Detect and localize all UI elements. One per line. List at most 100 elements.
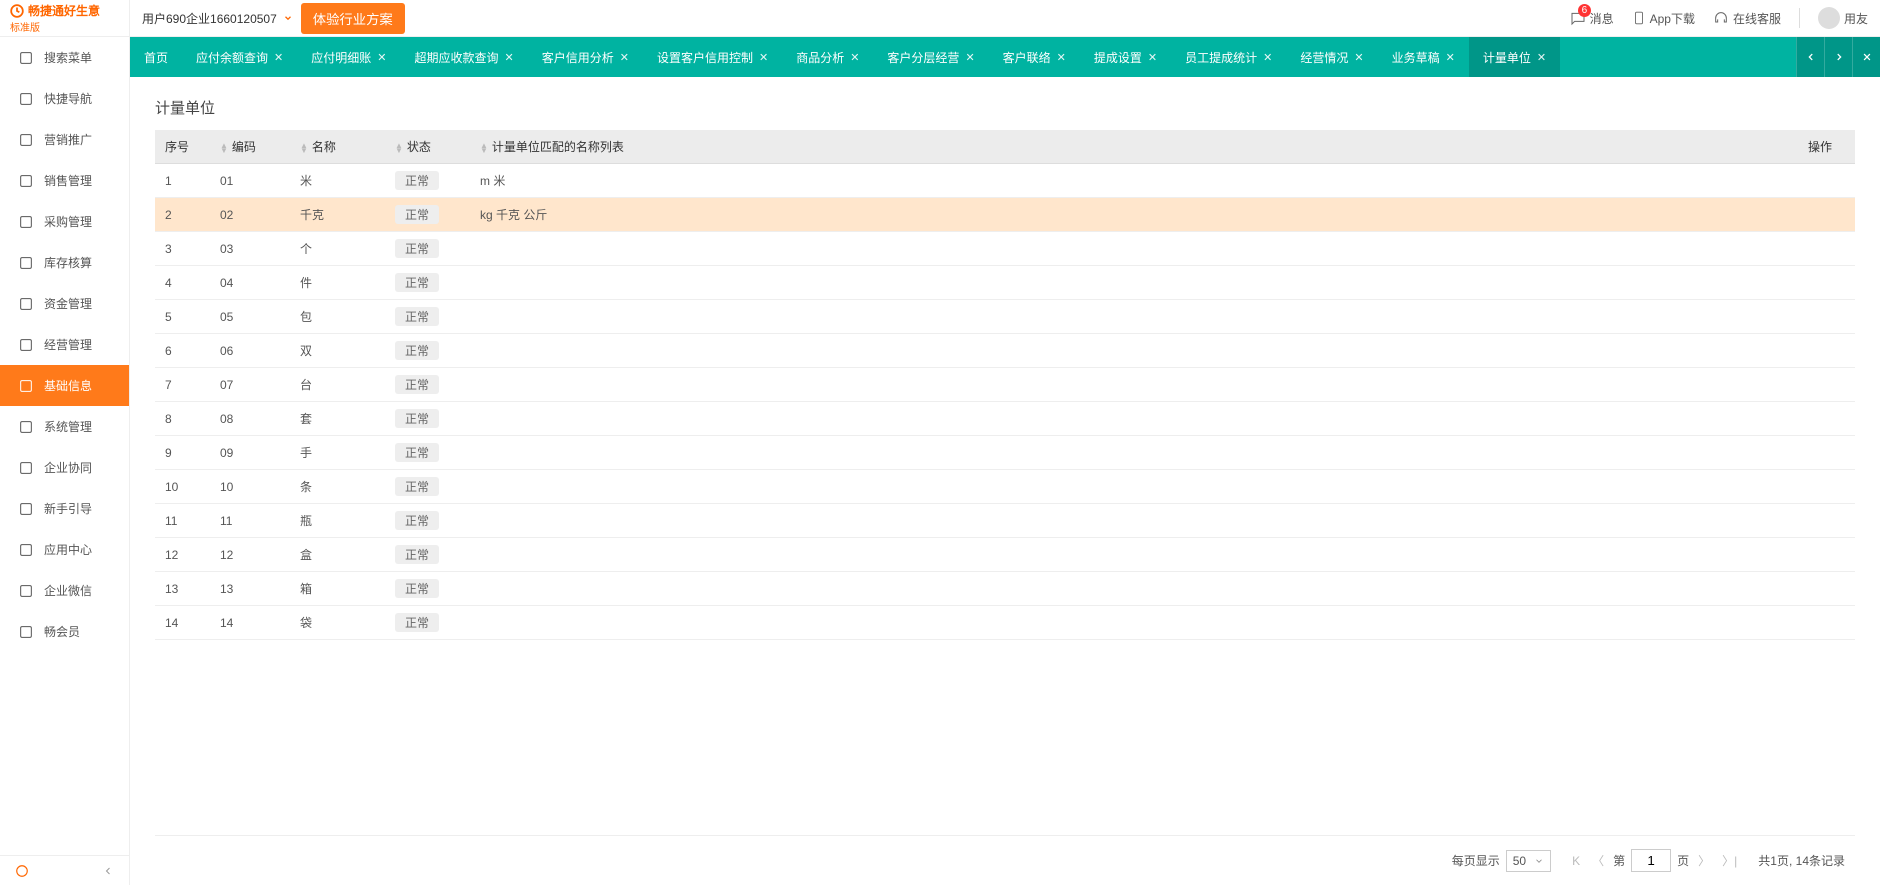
tab[interactable]: 客户联络✕ xyxy=(989,37,1080,77)
messages-button[interactable]: 6 消息 xyxy=(1570,10,1614,27)
close-icon[interactable]: ✕ xyxy=(1446,51,1455,64)
page-next[interactable]: 〉 xyxy=(1695,852,1713,869)
cell-op xyxy=(1785,504,1855,538)
table-row[interactable]: 1010条正常 xyxy=(155,470,1855,504)
sidebar-item[interactable]: 新手引导 xyxy=(0,488,129,529)
cell-name: 包 xyxy=(290,300,385,334)
cell-code: 08 xyxy=(210,402,290,436)
sidebar-item[interactable]: 应用中心 xyxy=(0,529,129,570)
sidebar-item[interactable]: 资金管理 xyxy=(0,283,129,324)
close-icon[interactable]: ✕ xyxy=(505,51,514,64)
close-icon[interactable]: ✕ xyxy=(377,51,386,64)
tab-label: 客户信用分析 xyxy=(542,49,614,66)
sidebar-item[interactable]: 采购管理 xyxy=(0,201,129,242)
table-row[interactable]: 505包正常 xyxy=(155,300,1855,334)
sidebar-item[interactable]: 库存核算 xyxy=(0,242,129,283)
close-icon[interactable]: ✕ xyxy=(274,51,283,64)
cell-seq: 6 xyxy=(155,334,210,368)
tab[interactable]: 员工提成统计✕ xyxy=(1171,37,1286,77)
page-last[interactable]: 〉| xyxy=(1719,852,1740,869)
tab[interactable]: 首页 xyxy=(130,37,182,77)
table-row[interactable]: 1111瓶正常 xyxy=(155,504,1855,538)
sidebar-item[interactable]: 企业微信 xyxy=(0,570,129,611)
tab[interactable]: 应付明细账✕ xyxy=(297,37,400,77)
cell-code: 13 xyxy=(210,572,290,606)
sidebar-item[interactable]: 畅会员 xyxy=(0,611,129,652)
tab[interactable]: 商品分析✕ xyxy=(782,37,873,77)
cell-code: 11 xyxy=(210,504,290,538)
user-menu[interactable]: 用友 xyxy=(1818,7,1868,29)
tab[interactable]: 客户分层经营✕ xyxy=(873,37,988,77)
tab[interactable]: 提成设置✕ xyxy=(1080,37,1171,77)
logo: 畅捷通好生意 标准版 xyxy=(0,0,129,37)
tab-label: 超期应收款查询 xyxy=(414,49,498,66)
close-icon[interactable]: ✕ xyxy=(1354,51,1363,64)
cell-code: 06 xyxy=(210,334,290,368)
tabs-scroll-right[interactable] xyxy=(1824,37,1852,77)
online-service-button[interactable]: 在线客服 xyxy=(1713,10,1781,27)
username: 用友 xyxy=(1844,10,1868,27)
table-row[interactable]: 202千克正常kg 千克 公斤 xyxy=(155,198,1855,232)
cell-op xyxy=(1785,368,1855,402)
tab[interactable]: 计量单位✕ xyxy=(1469,37,1560,77)
tab[interactable]: 超期应收款查询 ✕ xyxy=(400,37,527,77)
close-icon[interactable]: ✕ xyxy=(759,51,768,64)
trial-plan-button[interactable]: 体验行业方案 xyxy=(301,3,405,34)
close-icon[interactable]: ✕ xyxy=(1148,51,1157,64)
sidebar-item[interactable]: 营销推广 xyxy=(0,119,129,160)
sidebar-item[interactable]: 搜索菜单 xyxy=(0,37,129,78)
cell-name: 箱 xyxy=(290,572,385,606)
col-code[interactable]: ▲▼编码 xyxy=(210,130,290,164)
close-icon[interactable]: ✕ xyxy=(1057,51,1066,64)
sidebar-item[interactable]: 企业协同 xyxy=(0,447,129,488)
sidebar-item[interactable]: 基础信息 xyxy=(0,365,129,406)
tab-label: 首页 xyxy=(144,49,168,66)
sidebar-item[interactable]: 销售管理 xyxy=(0,160,129,201)
tab[interactable]: 应付余额查询✕ xyxy=(182,37,297,77)
tab[interactable]: 设置客户信用控制✕ xyxy=(643,37,782,77)
tab[interactable]: 客户信用分析 ✕ xyxy=(528,37,643,77)
close-icon[interactable]: ✕ xyxy=(1537,51,1546,64)
sidebar-item[interactable]: 经营管理 xyxy=(0,324,129,365)
table-row[interactable]: 808套正常 xyxy=(155,402,1855,436)
col-match[interactable]: ▲▼计量单位匹配的名称列表 xyxy=(470,130,1785,164)
table-row[interactable]: 1313箱正常 xyxy=(155,572,1855,606)
close-icon[interactable]: ✕ xyxy=(620,51,629,64)
table-row[interactable]: 404件正常 xyxy=(155,266,1855,300)
per-page-select[interactable]: 50 xyxy=(1506,850,1551,872)
tabs-close-all[interactable] xyxy=(1852,37,1880,77)
page-prev[interactable]: 〈 xyxy=(1589,852,1607,869)
phone-icon xyxy=(1632,10,1646,26)
table-row[interactable]: 303个正常 xyxy=(155,232,1855,266)
col-seq[interactable]: 序号 xyxy=(155,130,210,164)
tabs-scroll-left[interactable] xyxy=(1796,37,1824,77)
status-badge: 正常 xyxy=(395,579,439,598)
cell-name: 盒 xyxy=(290,538,385,572)
table-row[interactable]: 1414袋正常 xyxy=(155,606,1855,640)
table-row[interactable]: 606双正常 xyxy=(155,334,1855,368)
close-icon[interactable]: ✕ xyxy=(965,51,974,64)
tab[interactable]: 业务草稿✕ xyxy=(1378,37,1469,77)
sidebar-item-label: 企业协同 xyxy=(44,459,92,476)
sidebar-item[interactable]: 快捷导航 xyxy=(0,78,129,119)
page-first[interactable]: ­K xyxy=(1569,854,1583,868)
sidebar-item[interactable]: 系统管理 xyxy=(0,406,129,447)
col-name[interactable]: ▲▼名称 xyxy=(290,130,385,164)
table-row[interactable]: 707台正常 xyxy=(155,368,1855,402)
close-icon[interactable]: ✕ xyxy=(850,51,859,64)
table-row[interactable]: 1212盒正常 xyxy=(155,538,1855,572)
app-download-button[interactable]: App下载 xyxy=(1632,10,1695,27)
collapse-icon[interactable] xyxy=(102,865,114,877)
tenant-selector[interactable]: 用户690企业1660120507 xyxy=(142,10,293,27)
per-page-label: 每页显示 xyxy=(1452,852,1500,869)
cell-code: 05 xyxy=(210,300,290,334)
status-badge: 正常 xyxy=(395,613,439,632)
cell-code: 02 xyxy=(210,198,290,232)
col-status[interactable]: ▲▼状态 xyxy=(385,130,470,164)
table-row[interactable]: 101米正常m 米 xyxy=(155,164,1855,198)
cell-name: 台 xyxy=(290,368,385,402)
page-input[interactable] xyxy=(1631,849,1671,872)
close-icon[interactable]: ✕ xyxy=(1263,51,1272,64)
tab[interactable]: 经营情况✕ xyxy=(1286,37,1377,77)
table-row[interactable]: 909手正常 xyxy=(155,436,1855,470)
